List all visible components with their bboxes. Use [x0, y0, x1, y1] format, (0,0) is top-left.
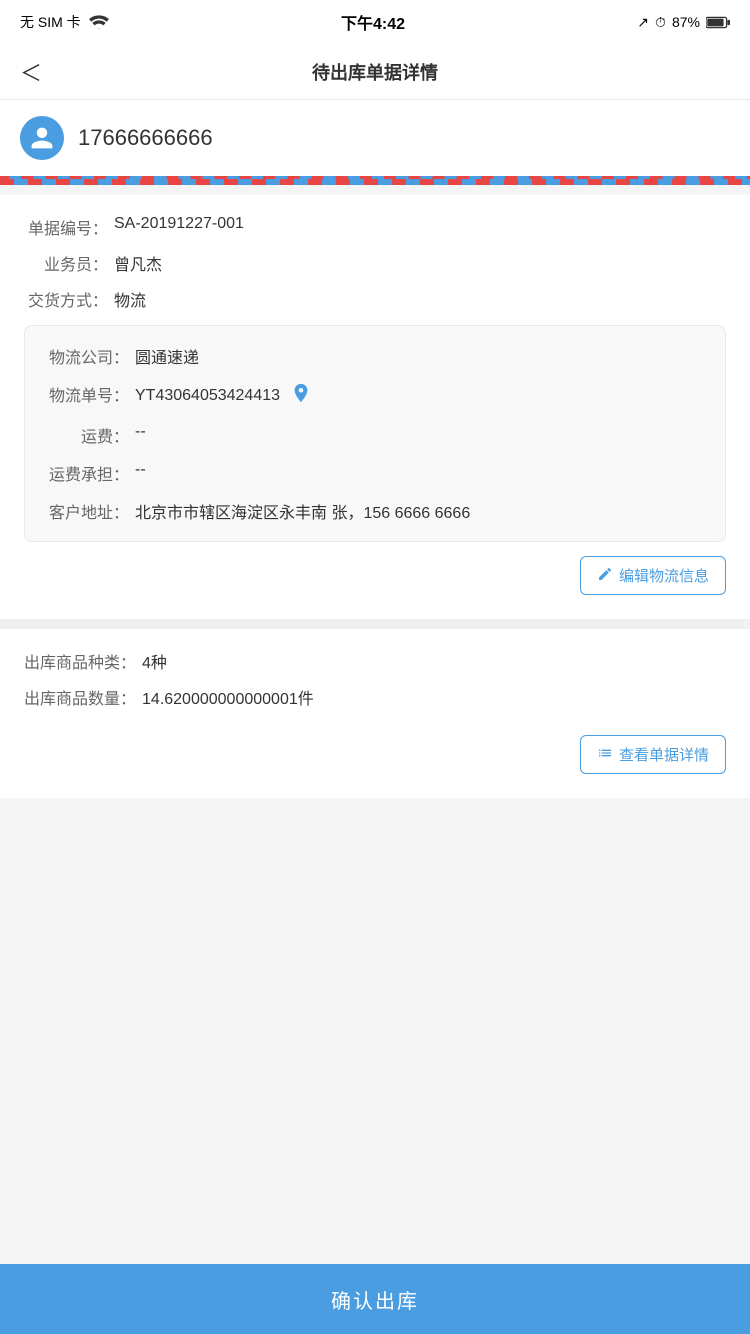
- clock-status-icon: ⏱: [655, 14, 666, 31]
- nav-bar: ＜ 待出库单据详情: [0, 44, 750, 100]
- logistics-freight-bearer-value: --: [135, 461, 705, 479]
- order-number-value: SA-20191227-001: [114, 215, 726, 233]
- edit-logistics-label: 编辑物流信息: [619, 565, 709, 586]
- confirm-button-label: 确认出库: [331, 1285, 419, 1314]
- order-number-label: 单据编号：: [24, 215, 114, 239]
- customer-phone: 17666666666: [78, 125, 213, 151]
- product-count-value: 14.620000000000001件: [142, 685, 726, 709]
- location-status-icon: ↗: [637, 14, 649, 31]
- logistics-company-value: 圆通速递: [135, 344, 705, 368]
- salesman-value: 曾凡杰: [114, 251, 726, 275]
- pencil-icon: [597, 566, 613, 582]
- logistics-card: 物流公司： 圆通速递 物流单号： YT43064053424413 运费： --…: [24, 325, 726, 542]
- wifi-icon: [89, 15, 109, 29]
- product-count-label: 出库商品数量：: [24, 685, 142, 709]
- order-info-section: 单据编号： SA-20191227-001 业务员： 曾凡杰 交货方式： 物流 …: [0, 195, 750, 619]
- logistics-address-value: 北京市市辖区海淀区永丰南 张，156 6666 6666: [135, 499, 705, 523]
- logistics-freight-row: 运费： --: [45, 423, 705, 447]
- logistics-company-label: 物流公司：: [45, 344, 135, 368]
- logistics-company-row: 物流公司： 圆通速递: [45, 344, 705, 368]
- delivery-label: 交货方式：: [24, 287, 114, 311]
- avatar: [20, 116, 64, 160]
- logistics-freight-bearer-row: 运费承担： --: [45, 461, 705, 485]
- delivery-row: 交货方式： 物流: [24, 287, 726, 311]
- logistics-freight-bearer-label: 运费承担：: [45, 461, 135, 485]
- view-detail-button[interactable]: 查看单据详情: [580, 735, 726, 774]
- edit-logistics-container: 编辑物流信息: [24, 542, 726, 599]
- section-divider: [0, 619, 750, 629]
- view-detail-container: 查看单据详情: [24, 721, 726, 778]
- detail-list-icon: [597, 745, 613, 764]
- logistics-tracking-row: 物流单号： YT43064053424413: [45, 382, 705, 409]
- confirm-bar[interactable]: 确认出库: [0, 1264, 750, 1334]
- battery-text: 87%: [672, 14, 700, 30]
- back-button[interactable]: ＜: [20, 56, 60, 88]
- tracking-location-button[interactable]: [290, 382, 312, 409]
- status-time: 下午4:42: [341, 10, 405, 34]
- products-section: 出库商品种类： 4种 出库商品数量： 14.620000000000001件 查…: [0, 629, 750, 798]
- order-number-row: 单据编号： SA-20191227-001: [24, 215, 726, 239]
- logistics-address-row: 客户地址： 北京市市辖区海淀区永丰南 张，156 6666 6666: [45, 499, 705, 523]
- delivery-value: 物流: [114, 287, 726, 311]
- stripe-divider: [0, 179, 750, 185]
- edit-pencil-icon: [597, 566, 613, 585]
- logistics-freight-label: 运费：: [45, 423, 135, 447]
- map-pin-icon: [290, 382, 312, 404]
- status-left: 无 SIM 卡: [20, 12, 109, 32]
- product-count-row: 出库商品数量： 14.620000000000001件: [24, 685, 726, 709]
- status-right: ↗ ⏱ 87%: [637, 14, 730, 31]
- salesman-label: 业务员：: [24, 251, 114, 275]
- edit-logistics-button[interactable]: 编辑物流信息: [580, 556, 726, 595]
- salesman-row: 业务员： 曾凡杰: [24, 251, 726, 275]
- page-spacer: [0, 798, 750, 938]
- carrier-label: 无 SIM 卡: [20, 12, 81, 32]
- status-bar: 无 SIM 卡 下午4:42 ↗ ⏱ 87%: [0, 0, 750, 44]
- page-title: 待出库单据详情: [312, 59, 438, 85]
- customer-header: 17666666666: [0, 100, 750, 179]
- logistics-tracking-value: YT43064053424413: [135, 382, 705, 409]
- product-type-value: 4种: [142, 649, 726, 673]
- product-type-label: 出库商品种类：: [24, 649, 142, 673]
- user-icon: [29, 125, 55, 151]
- list-icon: [597, 745, 613, 761]
- product-type-row: 出库商品种类： 4种: [24, 649, 726, 673]
- battery-icon: [706, 16, 730, 29]
- view-detail-label: 查看单据详情: [619, 744, 709, 765]
- logistics-freight-value: --: [135, 423, 705, 441]
- logistics-address-label: 客户地址：: [45, 499, 135, 523]
- logistics-tracking-label: 物流单号：: [45, 382, 135, 406]
